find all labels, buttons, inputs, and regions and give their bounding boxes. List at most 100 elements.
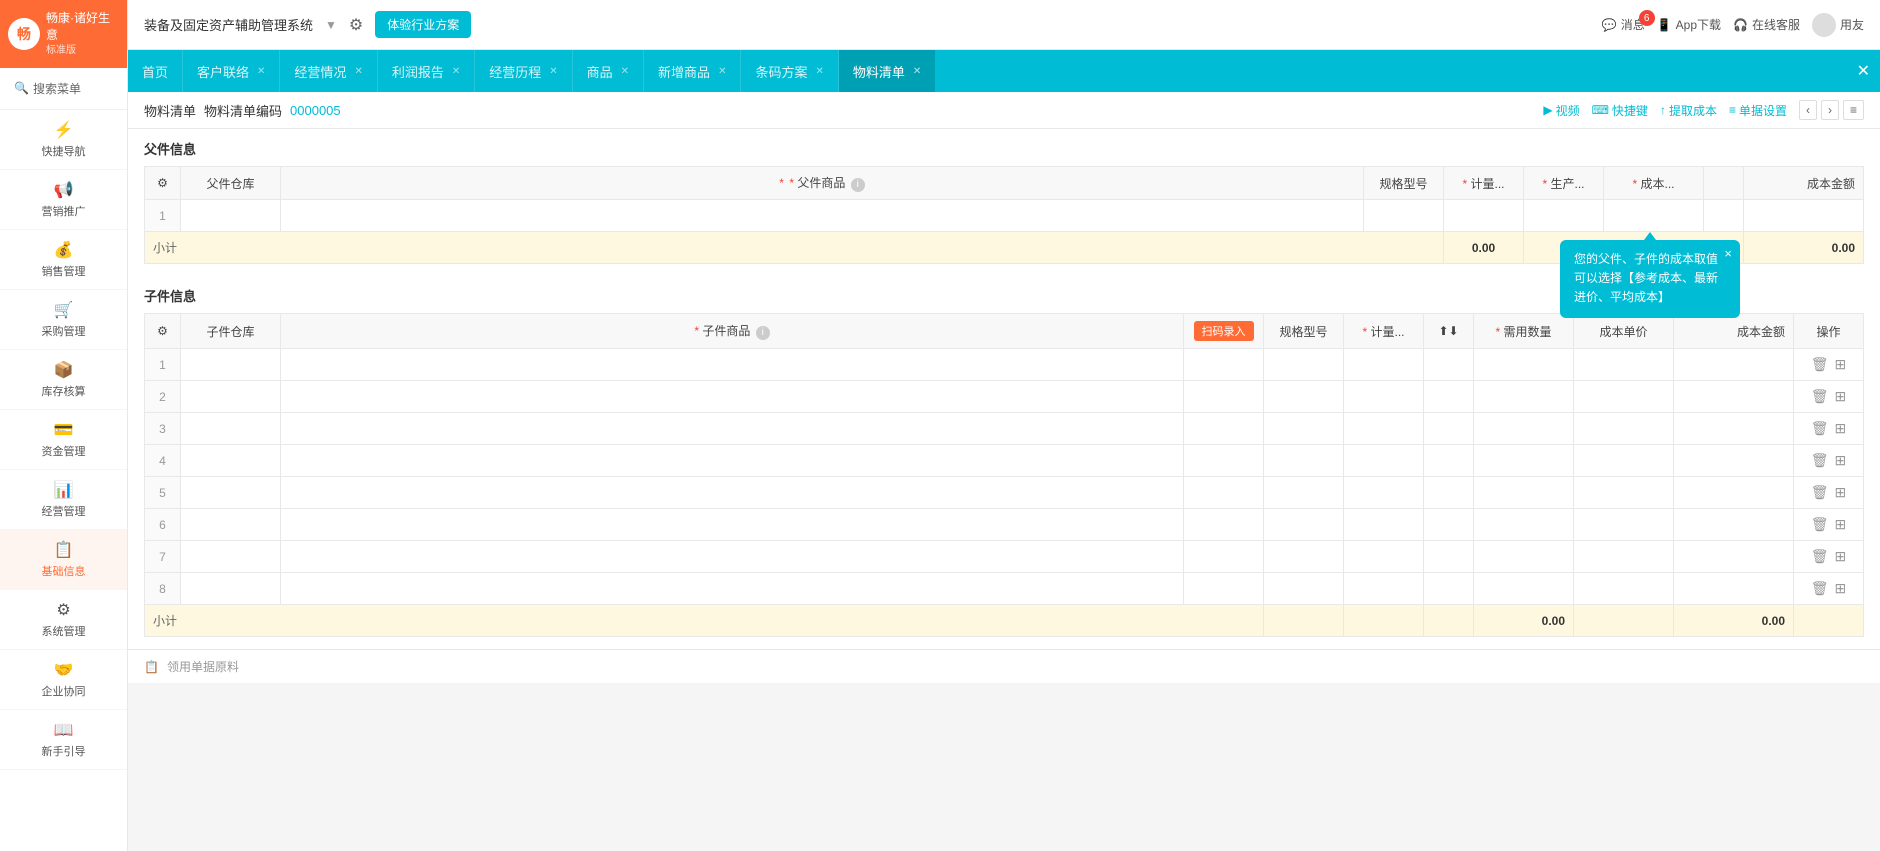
tab-customer[interactable]: 客户联络 ✕ [183, 50, 280, 92]
child-row-6-product[interactable] [281, 509, 1184, 541]
message-action[interactable]: 💬 6 消息 [1602, 16, 1645, 33]
parent-row-1-amount[interactable] [1744, 200, 1864, 232]
child-row-3-product[interactable] [281, 413, 1184, 445]
child-row-4-product[interactable] [281, 445, 1184, 477]
child-row-6-unit[interactable] [1344, 509, 1424, 541]
shortcut-link[interactable]: ⌨ 快捷键 [1592, 102, 1648, 119]
child-row-1-scan[interactable] [1184, 349, 1264, 381]
sidebar-item-quick-nav[interactable]: ⚡ 快捷导航 [0, 110, 127, 170]
parent-row-1-batch[interactable] [1524, 200, 1604, 232]
copy-row-icon[interactable]: ⊞ [1835, 356, 1847, 373]
nav-menu-button[interactable]: ≡ [1843, 100, 1864, 120]
child-row-6-amount[interactable] [1674, 509, 1794, 541]
system-title-dropdown-icon[interactable]: ▼ [325, 18, 337, 32]
tab-home[interactable]: 首页 [128, 50, 183, 92]
parent-col-settings[interactable]: ⚙ [145, 167, 181, 200]
tab-history-close[interactable]: ✕ [549, 66, 557, 77]
child-row-5-price[interactable] [1574, 477, 1674, 509]
child-row-8-price[interactable] [1574, 573, 1674, 605]
copy-row-icon[interactable]: ⊞ [1835, 452, 1847, 469]
child-row-8-warehouse[interactable] [181, 573, 281, 605]
child-row-8-scan[interactable] [1184, 573, 1264, 605]
child-row-8-unit[interactable] [1344, 573, 1424, 605]
copy-row-icon[interactable]: ⊞ [1835, 516, 1847, 533]
view-video-link[interactable]: ▶ 视频 [1543, 102, 1579, 119]
tooltip-close-button[interactable]: × [1724, 244, 1732, 265]
copy-row-icon[interactable]: ⊞ [1835, 484, 1847, 501]
child-row-1-price[interactable] [1574, 349, 1674, 381]
tab-barcode-close[interactable]: ✕ [815, 66, 823, 77]
child-row-1-warehouse[interactable] [181, 349, 281, 381]
sidebar-item-system[interactable]: ⚙ 系统管理 [0, 590, 127, 650]
child-row-5-unit[interactable] [1344, 477, 1424, 509]
child-row-7-amount[interactable] [1674, 541, 1794, 573]
child-row-3-price[interactable] [1574, 413, 1674, 445]
child-row-8-amount[interactable] [1674, 573, 1794, 605]
child-row-3-spec[interactable] [1264, 413, 1344, 445]
settings-gear-icon[interactable]: ⚙ [349, 15, 363, 35]
copy-row-icon[interactable]: ⊞ [1835, 580, 1847, 597]
copy-row-icon[interactable]: ⊞ [1835, 388, 1847, 405]
tab-product-close[interactable]: ✕ [621, 66, 629, 77]
child-row-4-unit[interactable] [1344, 445, 1424, 477]
child-row-5-warehouse[interactable] [181, 477, 281, 509]
child-row-3-scan[interactable] [1184, 413, 1264, 445]
sidebar-item-inventory[interactable]: 📦 库存核算 [0, 350, 127, 410]
child-row-6-warehouse[interactable] [181, 509, 281, 541]
child-row-6-price[interactable] [1574, 509, 1674, 541]
tab-history[interactable]: 经营历程 ✕ [475, 50, 572, 92]
child-row-1-qty[interactable] [1474, 349, 1574, 381]
child-row-4-spec[interactable] [1264, 445, 1344, 477]
sidebar-item-purchase[interactable]: 🛒 采购管理 [0, 290, 127, 350]
search-menu-button[interactable]: 🔍 搜索菜单 [8, 76, 119, 101]
parent-row-1-unit[interactable] [1444, 200, 1524, 232]
child-row-2-amount[interactable] [1674, 381, 1794, 413]
tab-profit-close[interactable]: ✕ [452, 66, 460, 77]
child-row-7-price[interactable] [1574, 541, 1674, 573]
delete-row-icon[interactable]: 🗑 [1811, 580, 1829, 597]
tab-ops-status-close[interactable]: ✕ [354, 66, 362, 77]
child-row-8-qty[interactable] [1474, 573, 1574, 605]
child-row-6-qty[interactable] [1474, 509, 1574, 541]
child-row-3-warehouse[interactable] [181, 413, 281, 445]
child-row-8-product[interactable] [281, 573, 1184, 605]
user-action[interactable]: 用友 [1812, 13, 1864, 37]
child-row-4-amount[interactable] [1674, 445, 1794, 477]
delete-row-icon[interactable]: 🗑 [1811, 516, 1829, 533]
child-row-1-unit[interactable] [1344, 349, 1424, 381]
child-row-2-spec[interactable] [1264, 381, 1344, 413]
sidebar-item-guide[interactable]: 📖 新手引导 [0, 710, 127, 770]
parent-row-1-product[interactable] [281, 200, 1364, 232]
tab-new-product-close[interactable]: ✕ [718, 66, 726, 77]
child-row-2-warehouse[interactable] [181, 381, 281, 413]
app-download-action[interactable]: 📱 App下载 [1657, 16, 1721, 33]
child-row-2-price[interactable] [1574, 381, 1674, 413]
child-row-5-amount[interactable] [1674, 477, 1794, 509]
delete-row-icon[interactable]: 🗑 [1811, 388, 1829, 405]
sidebar-item-enterprise[interactable]: 🤝 企业协同 [0, 650, 127, 710]
delete-row-icon[interactable]: 🗑 [1811, 484, 1829, 501]
sidebar-item-basic-info[interactable]: 📋 基础信息 [0, 530, 127, 590]
child-row-5-qty[interactable] [1474, 477, 1574, 509]
child-row-4-scan[interactable] [1184, 445, 1264, 477]
child-row-3-unit[interactable] [1344, 413, 1424, 445]
child-row-4-warehouse[interactable] [181, 445, 281, 477]
tab-customer-close[interactable]: ✕ [257, 66, 265, 77]
parent-row-1-cost[interactable] [1604, 200, 1704, 232]
close-all-tabs-button[interactable]: ✕ [1847, 61, 1880, 81]
child-row-5-scan[interactable] [1184, 477, 1264, 509]
child-row-5-product[interactable] [281, 477, 1184, 509]
child-row-6-scan[interactable] [1184, 509, 1264, 541]
sidebar-item-sales[interactable]: 💰 销售管理 [0, 230, 127, 290]
nav-prev-button[interactable]: ‹ [1799, 100, 1817, 120]
tab-profit[interactable]: 利润报告 ✕ [378, 50, 475, 92]
sidebar-item-marketing[interactable]: 📢 营销推广 [0, 170, 127, 230]
parent-product-info-icon[interactable]: i [851, 178, 865, 192]
child-row-7-product[interactable] [281, 541, 1184, 573]
child-row-3-qty[interactable] [1474, 413, 1574, 445]
parent-row-1-warehouse[interactable] [181, 200, 281, 232]
tab-bom-close[interactable]: ✕ [913, 66, 921, 77]
tab-product[interactable]: 商品 ✕ [573, 50, 644, 92]
child-row-1-spec[interactable] [1264, 349, 1344, 381]
child-product-info-icon[interactable]: i [756, 326, 770, 340]
